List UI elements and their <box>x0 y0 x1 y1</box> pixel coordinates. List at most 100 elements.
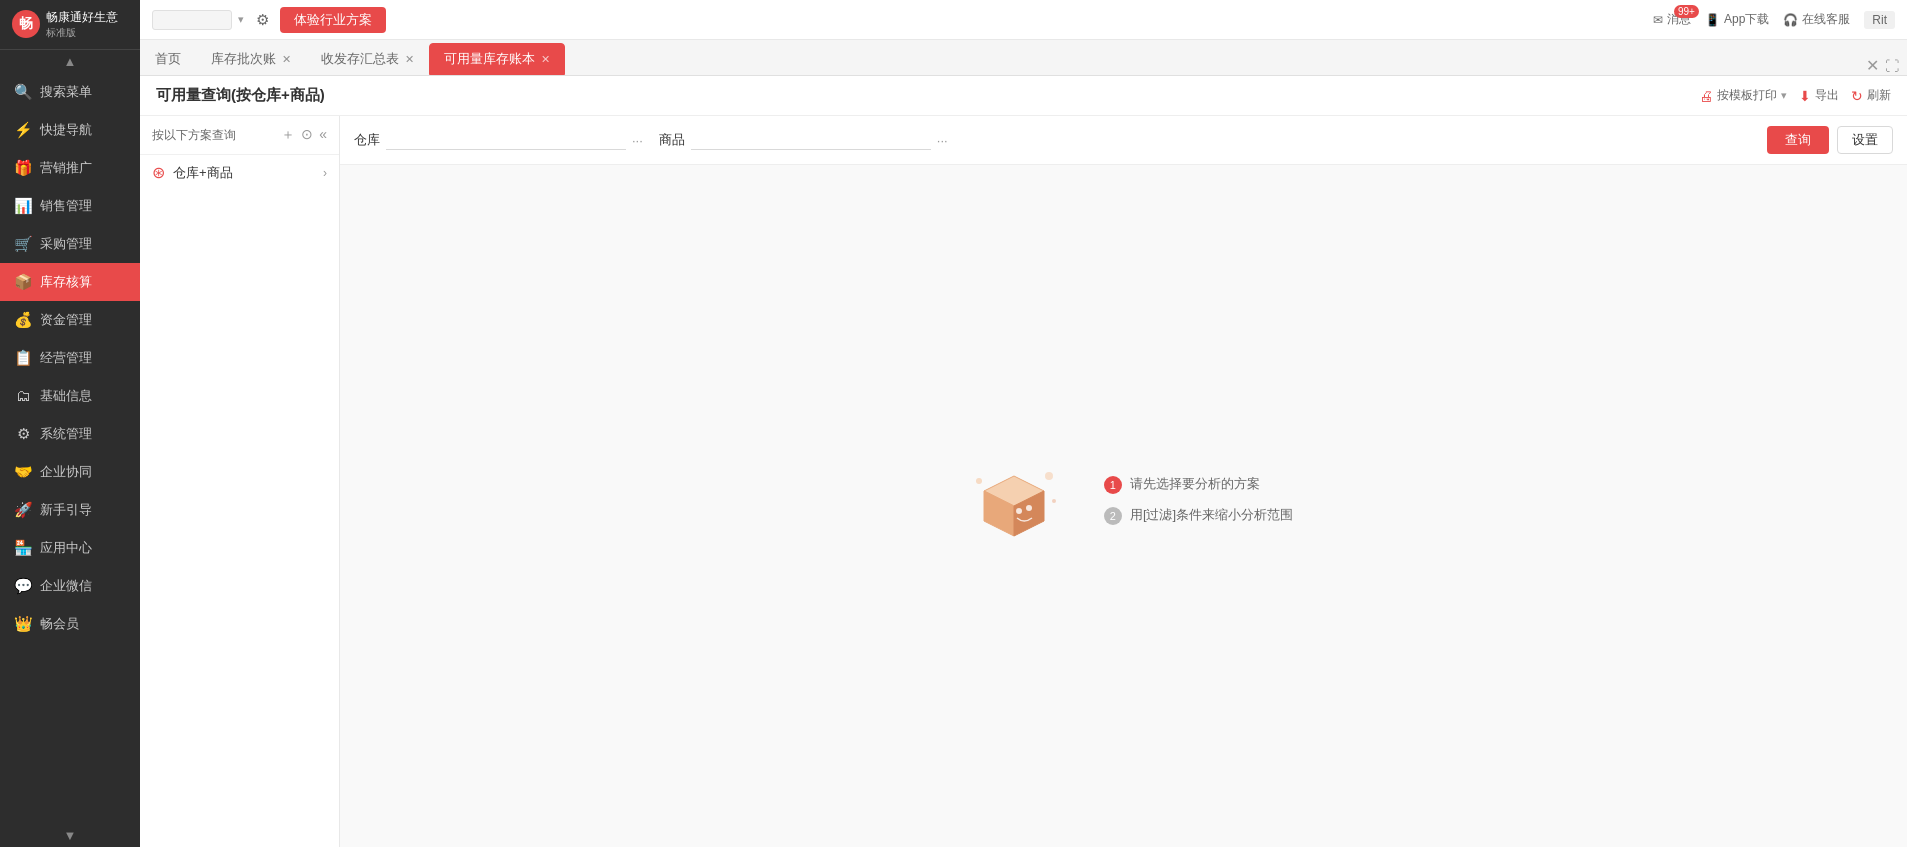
sidebar-item-sales[interactable]: 📊销售管理 <box>0 187 140 225</box>
shortcut-icon: ⚡ <box>14 121 32 139</box>
product-label: 商品 <box>659 131 685 149</box>
left-panel-item-warehouse[interactable]: ⊛ 仓库+商品 › <box>140 155 339 190</box>
sidebar-item-search[interactable]: 🔍搜索菜单 <box>0 73 140 111</box>
sidebar-item-inventory[interactable]: 📦库存核算 <box>0 263 140 301</box>
industry-solution-button[interactable]: 体验行业方案 <box>280 7 386 33</box>
sidebar-item-purchase[interactable]: 🛒采购管理 <box>0 225 140 263</box>
tab-home[interactable]: 首页 <box>140 43 196 75</box>
tab-bar-close-icon[interactable]: ✕ <box>1866 56 1879 75</box>
topbar: ▾ ⚙ 体验行业方案 ✉ 消息 99+ 📱 App下载 🎧 在线客服 Rit <box>140 0 1907 40</box>
print-icon: 🖨 <box>1699 88 1713 104</box>
breadcrumb-chevron-icon[interactable]: ▾ <box>238 13 244 26</box>
left-panel: 按以下方案查询 ＋ ⊙ « ⊛ 仓库+商品 › <box>140 116 340 847</box>
query-button[interactable]: 查询 <box>1767 126 1829 154</box>
search-icon: 🔍 <box>14 83 32 101</box>
add-scheme-icon[interactable]: ＋ <box>281 126 295 144</box>
content-area: 按以下方案查询 ＋ ⊙ « ⊛ 仓库+商品 › 仓库 ··· <box>140 116 1907 847</box>
logo-icon: 畅 <box>12 10 40 38</box>
scheme-item-chevron-icon: › <box>323 166 327 180</box>
filter-bar-buttons: 查询 设置 <box>1767 126 1893 154</box>
empty-step-2: 2 用[过滤]条件来缩小分析范围 <box>1104 506 1293 525</box>
topbar-right: ✉ 消息 99+ 📱 App下载 🎧 在线客服 Rit <box>1653 11 1895 29</box>
step1-number: 1 <box>1104 476 1122 494</box>
sidebar-item-marketing[interactable]: 🎁营销推广 <box>0 149 140 187</box>
sidebar-scroll-up[interactable]: ▲ <box>0 50 140 73</box>
message-badge: 99+ <box>1674 5 1699 18</box>
tab-bar-expand-icon[interactable]: ⛶ <box>1885 58 1899 74</box>
sidebar-item-member[interactable]: 👑畅会员 <box>0 605 140 643</box>
tab-available-close-icon[interactable]: ✕ <box>541 53 550 66</box>
sidebar-item-operation[interactable]: 📋经营管理 <box>0 339 140 377</box>
app-download-button[interactable]: 📱 App下载 <box>1705 11 1769 28</box>
svg-point-6 <box>1045 472 1053 480</box>
basic-icon: 🗂 <box>14 387 32 404</box>
settings-icon[interactable]: ⚙ <box>250 8 274 32</box>
tab-batch[interactable]: 库存批次账 ✕ <box>196 43 306 75</box>
empty-step-1: 1 请先选择要分析的方案 <box>1104 475 1293 494</box>
product-input[interactable] <box>691 130 931 150</box>
scheme-settings-icon[interactable]: ⊙ <box>301 126 313 144</box>
step2-text: 用[过滤]条件来缩小分析范围 <box>1130 506 1293 524</box>
empty-state: 1 请先选择要分析的方案 2 用[过滤]条件来缩小分析范围 <box>340 165 1907 847</box>
warehouse-input[interactable] <box>386 130 626 150</box>
print-chevron-icon: ▾ <box>1781 89 1787 102</box>
sidebar-item-system[interactable]: ⚙系统管理 <box>0 415 140 453</box>
sidebar-item-shortcut[interactable]: ⚡快捷导航 <box>0 111 140 149</box>
sidebar-item-newbie[interactable]: 🚀新手引导 <box>0 491 140 529</box>
svg-point-3 <box>1016 508 1022 514</box>
svg-point-5 <box>976 478 982 484</box>
tab-batch-close-icon[interactable]: ✕ <box>282 53 291 66</box>
left-panel-header-actions: ＋ ⊙ « <box>281 126 327 144</box>
tab-available[interactable]: 可用量库存账本 ✕ <box>429 43 565 75</box>
purchase-icon: 🛒 <box>14 235 32 253</box>
warehouse-more-icon[interactable]: ··· <box>632 133 643 148</box>
online-service-button[interactable]: 🎧 在线客服 <box>1783 11 1850 28</box>
svg-point-7 <box>1052 499 1056 503</box>
refresh-action[interactable]: ↻ 刷新 <box>1851 87 1891 104</box>
system-icon: ⚙ <box>14 425 32 443</box>
sidebar-item-wechat[interactable]: 💬企业微信 <box>0 567 140 605</box>
filter-bar: 仓库 ··· 商品 ··· 查询 设置 <box>340 116 1907 165</box>
enterprise-icon: 🤝 <box>14 463 32 481</box>
page-header: 可用量查询(按仓库+商品) 🖨 按模板打印 ▾ ⬇ 导出 ↻ 刷新 <box>140 76 1907 116</box>
refresh-icon: ↻ <box>1851 88 1863 104</box>
sidebar-nav: 🔍搜索菜单 ⚡快捷导航 🎁营销推广 📊销售管理 🛒采购管理 📦库存核算 💰资金管… <box>0 73 140 824</box>
page-title: 可用量查询(按仓库+商品) <box>156 86 325 105</box>
svg-point-4 <box>1026 505 1032 511</box>
message-icon: ✉ <box>1653 13 1663 27</box>
left-panel-title: 按以下方案查询 <box>152 127 236 144</box>
phone-icon: 📱 <box>1705 13 1720 27</box>
member-icon: 👑 <box>14 615 32 633</box>
collapse-left-icon[interactable]: « <box>319 126 327 144</box>
sidebar-item-basic[interactable]: 🗂基础信息 <box>0 377 140 415</box>
export-icon: ⬇ <box>1799 88 1811 104</box>
tab-summary[interactable]: 收发存汇总表 ✕ <box>306 43 429 75</box>
wechat-icon: 💬 <box>14 577 32 595</box>
export-action[interactable]: ⬇ 导出 <box>1799 87 1839 104</box>
sidebar-item-appstore[interactable]: 🏪应用中心 <box>0 529 140 567</box>
finance-icon: 💰 <box>14 311 32 329</box>
sidebar-scroll-down[interactable]: ▼ <box>0 824 140 847</box>
topbar-nav: ▾ ⚙ 体验行业方案 <box>152 7 1645 33</box>
warehouse-label: 仓库 <box>354 131 380 149</box>
empty-state-illustration <box>954 446 1074 566</box>
sidebar-item-enterprise[interactable]: 🤝企业协同 <box>0 453 140 491</box>
scheme-item-icon: ⊛ <box>152 163 165 182</box>
product-more-icon[interactable]: ··· <box>937 133 948 148</box>
product-filter: 商品 ··· <box>659 130 948 150</box>
main-content: ▾ ⚙ 体验行业方案 ✉ 消息 99+ 📱 App下载 🎧 在线客服 Rit <box>140 0 1907 847</box>
left-panel-header: 按以下方案查询 ＋ ⊙ « <box>140 116 339 155</box>
newbie-icon: 🚀 <box>14 501 32 519</box>
user-menu[interactable]: Rit <box>1864 11 1895 29</box>
sidebar-item-finance[interactable]: 💰资金管理 <box>0 301 140 339</box>
breadcrumb <box>152 10 232 30</box>
page-header-actions: 🖨 按模板打印 ▾ ⬇ 导出 ↻ 刷新 <box>1699 87 1891 104</box>
setting-button[interactable]: 设置 <box>1837 126 1893 154</box>
operation-icon: 📋 <box>14 349 32 367</box>
message-button[interactable]: ✉ 消息 99+ <box>1653 11 1691 28</box>
print-action[interactable]: 🖨 按模板打印 ▾ <box>1699 87 1787 104</box>
step1-text: 请先选择要分析的方案 <box>1130 475 1260 493</box>
tab-summary-close-icon[interactable]: ✕ <box>405 53 414 66</box>
right-panel: 仓库 ··· 商品 ··· 查询 设置 <box>340 116 1907 847</box>
headset-icon: 🎧 <box>1783 13 1798 27</box>
